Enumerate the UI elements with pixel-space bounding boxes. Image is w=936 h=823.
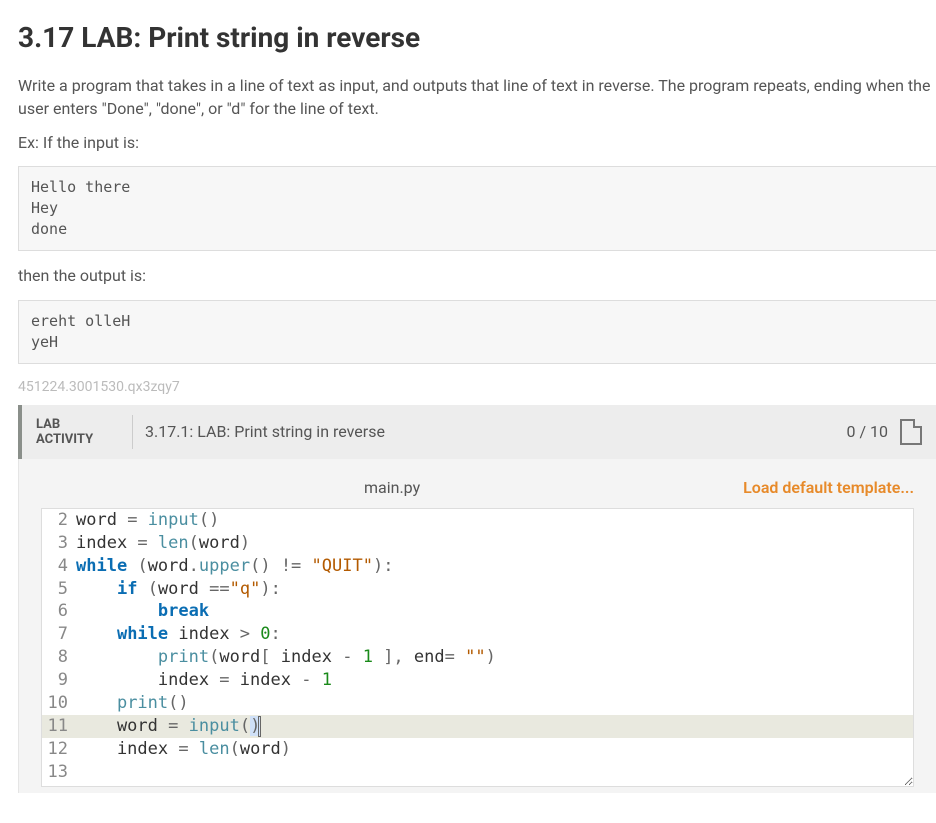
output-intro: then the output is: — [18, 265, 936, 287]
lab-tag-line1: LAB — [36, 417, 126, 433]
code-line[interactable]: 3index = len(word) — [42, 532, 913, 555]
lab-activity-header: LAB ACTIVITY 3.17.1: LAB: Print string i… — [18, 405, 936, 459]
code-line[interactable]: 7 while index > 0: — [42, 623, 913, 646]
line-number: 8 — [42, 646, 76, 669]
line-content[interactable]: while index > 0: — [76, 623, 913, 646]
line-content[interactable]: print(word[ index - 1 ], end= "") — [76, 646, 913, 669]
code-line[interactable]: 13 — [42, 761, 913, 784]
line-number: 5 — [42, 578, 76, 601]
lab-tag-line2: ACTIVITY — [36, 432, 126, 448]
line-number: 7 — [42, 623, 76, 646]
divider — [132, 415, 133, 449]
example-input-block: Hello there Hey done — [18, 166, 936, 251]
line-content[interactable] — [76, 761, 913, 784]
line-content[interactable]: index = index - 1 — [76, 669, 913, 692]
filename-label: main.py — [41, 477, 743, 499]
line-content[interactable]: index = len(word) — [76, 738, 913, 761]
code-line[interactable]: 2word = input() — [42, 509, 913, 532]
editor-header: main.py Load default template... — [41, 477, 914, 499]
line-content[interactable]: while (word.upper() != "QUIT"): — [76, 555, 913, 578]
line-content[interactable]: index = len(word) — [76, 532, 913, 555]
code-line[interactable]: 9 index = index - 1 — [42, 669, 913, 692]
code-line[interactable]: 11 word = input() — [42, 715, 913, 738]
text-cursor — [259, 717, 260, 736]
line-number: 11 — [42, 715, 76, 738]
line-number: 10 — [42, 692, 76, 715]
line-content[interactable]: word = input() — [76, 715, 913, 738]
line-number: 9 — [42, 669, 76, 692]
lab-title: 3.17.1: LAB: Print string in reverse — [145, 421, 846, 443]
instructions-text: Write a program that takes in a line of … — [18, 75, 936, 120]
code-line[interactable]: 6 break — [42, 600, 913, 623]
code-line[interactable]: 12 index = len(word) — [42, 738, 913, 761]
code-line[interactable]: 5 if (word =="q"): — [42, 578, 913, 601]
line-number: 3 — [42, 532, 76, 555]
code-line[interactable]: 10 print() — [42, 692, 913, 715]
line-number: 12 — [42, 738, 76, 761]
code-line[interactable]: 4while (word.upper() != "QUIT"): — [42, 555, 913, 578]
line-number: 4 — [42, 555, 76, 578]
line-number: 6 — [42, 600, 76, 623]
line-number: 2 — [42, 509, 76, 532]
line-content[interactable]: word = input() — [76, 509, 913, 532]
lab-activity-tag: LAB ACTIVITY — [36, 417, 126, 448]
line-content[interactable]: break — [76, 600, 913, 623]
code-line[interactable]: 8 print(word[ index - 1 ], end= "") — [42, 646, 913, 669]
question-id: 451224.3001530.qx3zqy7 — [18, 378, 936, 398]
example-output-block: ereht olleH yeH — [18, 300, 936, 364]
page-icon[interactable] — [900, 419, 922, 445]
code-editor[interactable]: 2word = input()3index = len(word)4while … — [41, 508, 914, 787]
line-content[interactable]: if (word =="q"): — [76, 578, 913, 601]
page-title: 3.17 LAB: Print string in reverse — [18, 18, 936, 57]
editor-panel: main.py Load default template... 2word =… — [18, 459, 936, 793]
load-default-template-link[interactable]: Load default template... — [743, 477, 914, 499]
lab-score: 0 / 10 — [846, 421, 888, 443]
line-number: 13 — [42, 761, 76, 784]
line-content[interactable]: print() — [76, 692, 913, 715]
example-intro: Ex: If the input is: — [18, 132, 936, 154]
